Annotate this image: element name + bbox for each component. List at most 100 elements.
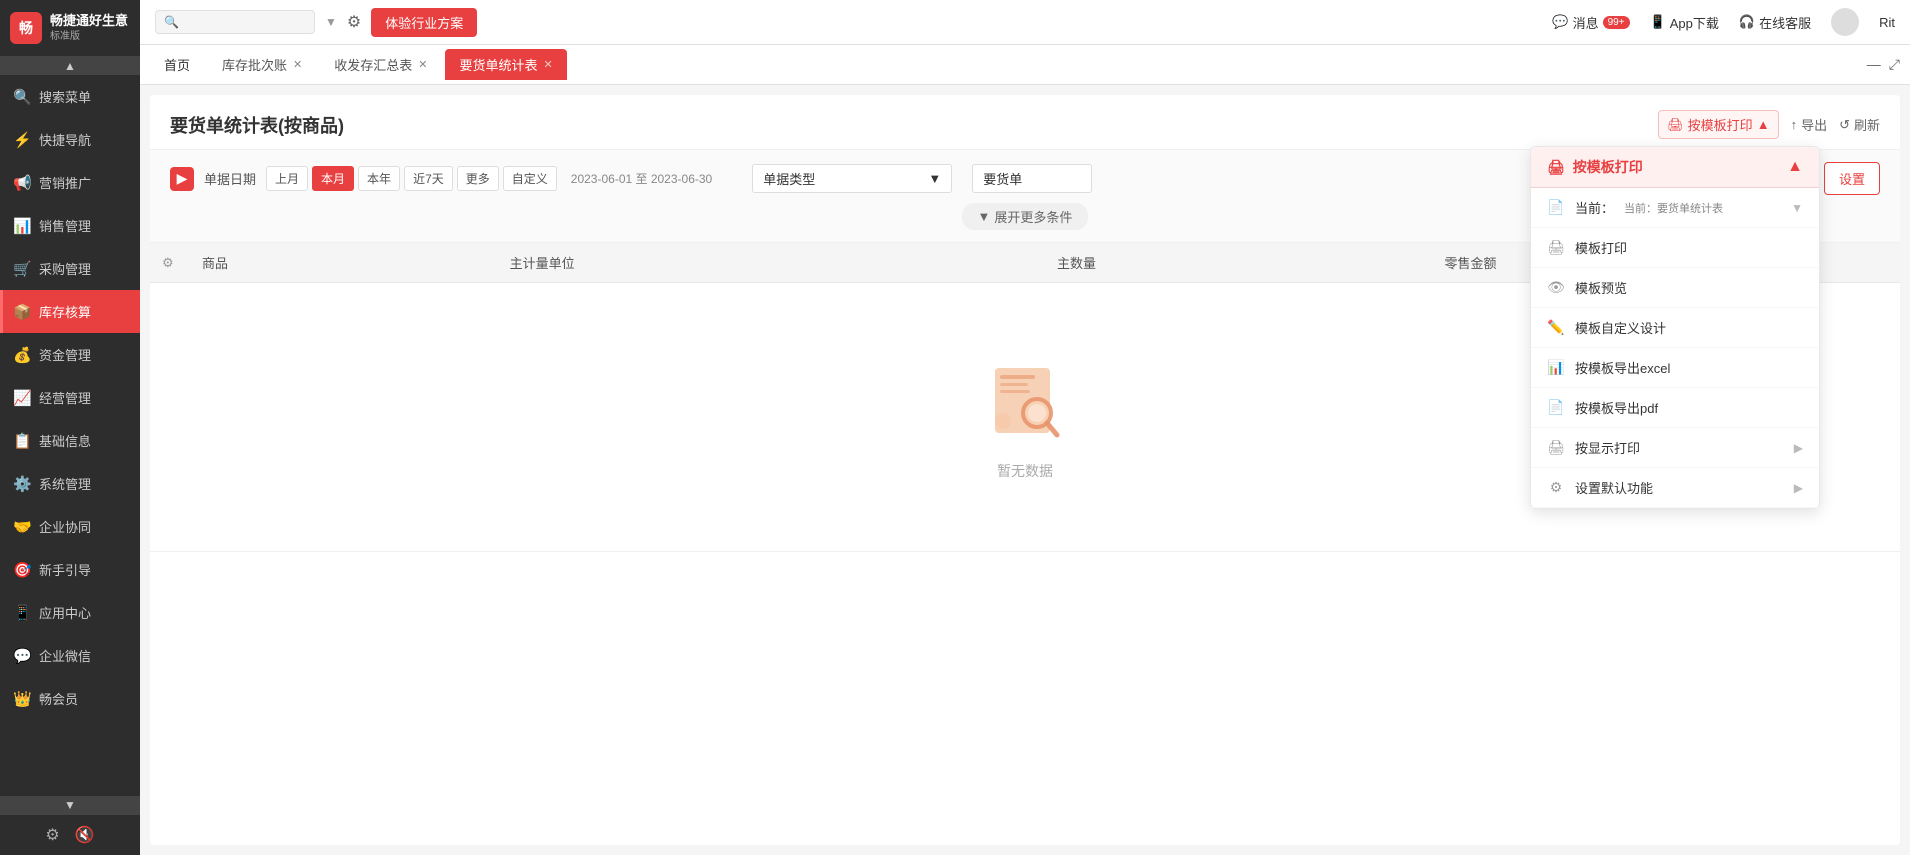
appcenter-icon: 📱 bbox=[13, 604, 31, 622]
search-icon: 🔍 bbox=[13, 88, 31, 106]
sidebar-item-inventory[interactable]: 📦 库存核算 bbox=[0, 290, 140, 333]
tab-collection-summary-close[interactable]: ✕ bbox=[418, 58, 427, 71]
sidebar-scroll-down[interactable]: ▼ bbox=[0, 796, 140, 814]
tab-minimize-icon[interactable]: — bbox=[1867, 56, 1881, 73]
topbar-dropdown-icon[interactable]: ▼ bbox=[325, 15, 337, 29]
sidebar-item-marketing[interactable]: 📢 营销推广 bbox=[0, 161, 140, 204]
sidebar-item-enterprise[interactable]: 🤝 企业协同 bbox=[0, 505, 140, 548]
col-settings[interactable]: ⚙ bbox=[150, 243, 190, 283]
template-custom-icon: ✏️ bbox=[1547, 319, 1565, 336]
dropdown-printer-icon: 🖨 bbox=[1547, 159, 1565, 176]
message-label: 消息 bbox=[1573, 13, 1599, 32]
date-btn-prev-month[interactable]: 上月 bbox=[266, 166, 308, 191]
dropdown-template-print[interactable]: 🖨 模板打印 bbox=[1531, 228, 1819, 268]
export-button[interactable]: ↑ 导出 bbox=[1791, 115, 1828, 134]
goods-filter-select[interactable]: 要货单 bbox=[972, 164, 1092, 193]
tab-inventory-batch-close[interactable]: ✕ bbox=[293, 58, 302, 71]
sidebar-item-operations[interactable]: 📈 经营管理 bbox=[0, 376, 140, 419]
inventory-icon: 📦 bbox=[13, 303, 31, 321]
current-chevron: ▼ bbox=[1791, 201, 1803, 215]
sidebar-item-newguide[interactable]: 🎯 新手引导 bbox=[0, 548, 140, 591]
expand-label: 展开更多条件 bbox=[994, 207, 1072, 226]
display-print-icon: 🖨 bbox=[1547, 439, 1565, 456]
message-icon: 💬 bbox=[1552, 14, 1568, 30]
tab-home[interactable]: 首页 bbox=[150, 49, 204, 80]
user-avatar[interactable] bbox=[1831, 8, 1859, 36]
sidebar-scroll-up[interactable]: ▲ bbox=[0, 57, 140, 75]
main-area: 🔍 ▼ ⚙ 体验行业方案 💬 消息 99+ 📱 App下载 🎧 在线客服 Rit bbox=[140, 0, 1910, 855]
pdf-icon: 📄 bbox=[1547, 399, 1565, 416]
member-icon: 👑 bbox=[13, 690, 31, 708]
settings-bottom-icon[interactable]: ⚙ bbox=[45, 825, 59, 845]
dropdown-template-pdf[interactable]: 📄 按模板导出pdf bbox=[1531, 388, 1819, 428]
page-panel: 要货单统计表(按商品) 🖨 按模板打印 ▲ ↑ 导出 ↺ 刷新 bbox=[150, 95, 1900, 845]
sidebar-item-appcenter[interactable]: 📱 应用中心 bbox=[0, 591, 140, 634]
template-print-icon: 🖨 bbox=[1547, 239, 1565, 256]
sales-icon: 📊 bbox=[13, 217, 31, 235]
date-btn-this-month[interactable]: 本月 bbox=[312, 166, 354, 191]
col-settings-icon[interactable]: ⚙ bbox=[162, 255, 174, 270]
dropdown-template-custom[interactable]: ✏️ 模板自定义设计 bbox=[1531, 308, 1819, 348]
online-service-action[interactable]: 🎧 在线客服 bbox=[1739, 13, 1811, 32]
search-small-icon: 🔍 bbox=[164, 15, 179, 29]
topbar-settings-icon[interactable]: ⚙ bbox=[347, 12, 361, 32]
date-btn-custom[interactable]: 自定义 bbox=[503, 166, 557, 191]
sidebar-item-member[interactable]: 👑 畅会员 bbox=[0, 677, 140, 720]
sidebar-item-label: 应用中心 bbox=[39, 603, 91, 622]
dropdown-current[interactable]: 📄 当前： 当前：要货单统计表 ▼ bbox=[1531, 188, 1819, 228]
current-icon: 📄 bbox=[1547, 199, 1565, 216]
page-title: 要货单统计表(按商品) bbox=[170, 112, 344, 138]
dropdown-chevron-up[interactable]: ▲ bbox=[1787, 158, 1803, 176]
setting-button[interactable]: 设置 bbox=[1824, 162, 1880, 195]
dropdown-display-print[interactable]: 🖨 按显示打印 ▶ bbox=[1531, 428, 1819, 468]
order-type-select[interactable]: 单据类型 ▼ bbox=[752, 164, 952, 193]
order-type-chevron: ▼ bbox=[928, 171, 941, 186]
finance-icon: 💰 bbox=[13, 346, 31, 364]
sidebar-item-finance[interactable]: 💰 资金管理 bbox=[0, 333, 140, 376]
template-preview-icon: 👁 bbox=[1547, 279, 1565, 296]
page-header: 要货单统计表(按商品) 🖨 按模板打印 ▲ ↑ 导出 ↺ 刷新 bbox=[150, 95, 1900, 150]
message-action[interactable]: 💬 消息 99+ bbox=[1552, 13, 1629, 32]
sidebar-item-label: 畅会员 bbox=[39, 689, 78, 708]
dropdown-default-func[interactable]: ⚙ 设置默认功能 ▶ bbox=[1531, 468, 1819, 508]
sidebar-item-system[interactable]: ⚙️ 系统管理 bbox=[0, 462, 140, 505]
sidebar-item-quicknav[interactable]: ⚡ 快捷导航 bbox=[0, 118, 140, 161]
sidebar-item-wechat[interactable]: 💬 企业微信 bbox=[0, 634, 140, 677]
tab-collection-summary[interactable]: 收发存汇总表 ✕ bbox=[320, 49, 441, 80]
sound-icon[interactable]: 🔇 bbox=[75, 825, 95, 845]
tab-order-stats-close[interactable]: ✕ bbox=[544, 58, 553, 71]
online-service-label: 在线客服 bbox=[1759, 13, 1811, 32]
refresh-button[interactable]: ↺ 刷新 bbox=[1839, 115, 1880, 134]
printer-icon: 🖨 bbox=[1667, 117, 1684, 133]
expand-conditions-btn[interactable]: ▼ 展开更多条件 bbox=[962, 203, 1089, 230]
page-header-actions: 🖨 按模板打印 ▲ ↑ 导出 ↺ 刷新 bbox=[1658, 110, 1880, 139]
app-download-action[interactable]: 📱 App下载 bbox=[1650, 13, 1719, 32]
dropdown-template-excel[interactable]: 📊 按模板导出excel bbox=[1531, 348, 1819, 388]
sidebar-item-label: 采购管理 bbox=[39, 259, 91, 278]
sidebar: 畅 畅捷通好生意 标准版 ▲ 🔍 搜索菜单 ⚡ 快捷导航 📢 营销推广 📊 销售… bbox=[0, 0, 140, 855]
wechat-icon: 💬 bbox=[13, 647, 31, 665]
sidebar-item-label: 经营管理 bbox=[39, 388, 91, 407]
empty-illustration bbox=[975, 353, 1075, 453]
sidebar-item-purchase[interactable]: 🛒 采购管理 bbox=[0, 247, 140, 290]
sidebar-item-label: 库存核算 bbox=[39, 302, 91, 321]
template-print-button[interactable]: 🖨 按模板打印 ▲ bbox=[1658, 110, 1778, 139]
order-type-label: 单据类型 bbox=[763, 169, 815, 188]
dropdown-template-preview[interactable]: 👁 模板预览 bbox=[1531, 268, 1819, 308]
tab-inventory-batch[interactable]: 库存批次账 ✕ bbox=[208, 49, 316, 80]
export-label: 导出 bbox=[1801, 115, 1827, 134]
filter-toggle-btn[interactable]: ▶ bbox=[170, 167, 194, 191]
dropdown-template-print-label: 模板打印 bbox=[1575, 238, 1627, 257]
tab-maximize-icon[interactable]: ⤢ bbox=[1889, 56, 1900, 73]
trial-button[interactable]: 体验行业方案 bbox=[371, 8, 477, 37]
date-btn-more[interactable]: 更多 bbox=[457, 166, 499, 191]
display-print-chevron: ▶ bbox=[1794, 441, 1803, 455]
date-btn-this-year[interactable]: 本年 bbox=[358, 166, 400, 191]
top-search-box[interactable]: 🔍 bbox=[155, 10, 315, 34]
sidebar-item-label: 系统管理 bbox=[39, 474, 91, 493]
date-btn-7days[interactable]: 近7天 bbox=[404, 166, 453, 191]
sidebar-item-sales[interactable]: 📊 销售管理 bbox=[0, 204, 140, 247]
sidebar-item-search[interactable]: 🔍 搜索菜单 bbox=[0, 75, 140, 118]
sidebar-item-basic[interactable]: 📋 基础信息 bbox=[0, 419, 140, 462]
tab-order-stats[interactable]: 要货单统计表 ✕ bbox=[445, 49, 566, 80]
